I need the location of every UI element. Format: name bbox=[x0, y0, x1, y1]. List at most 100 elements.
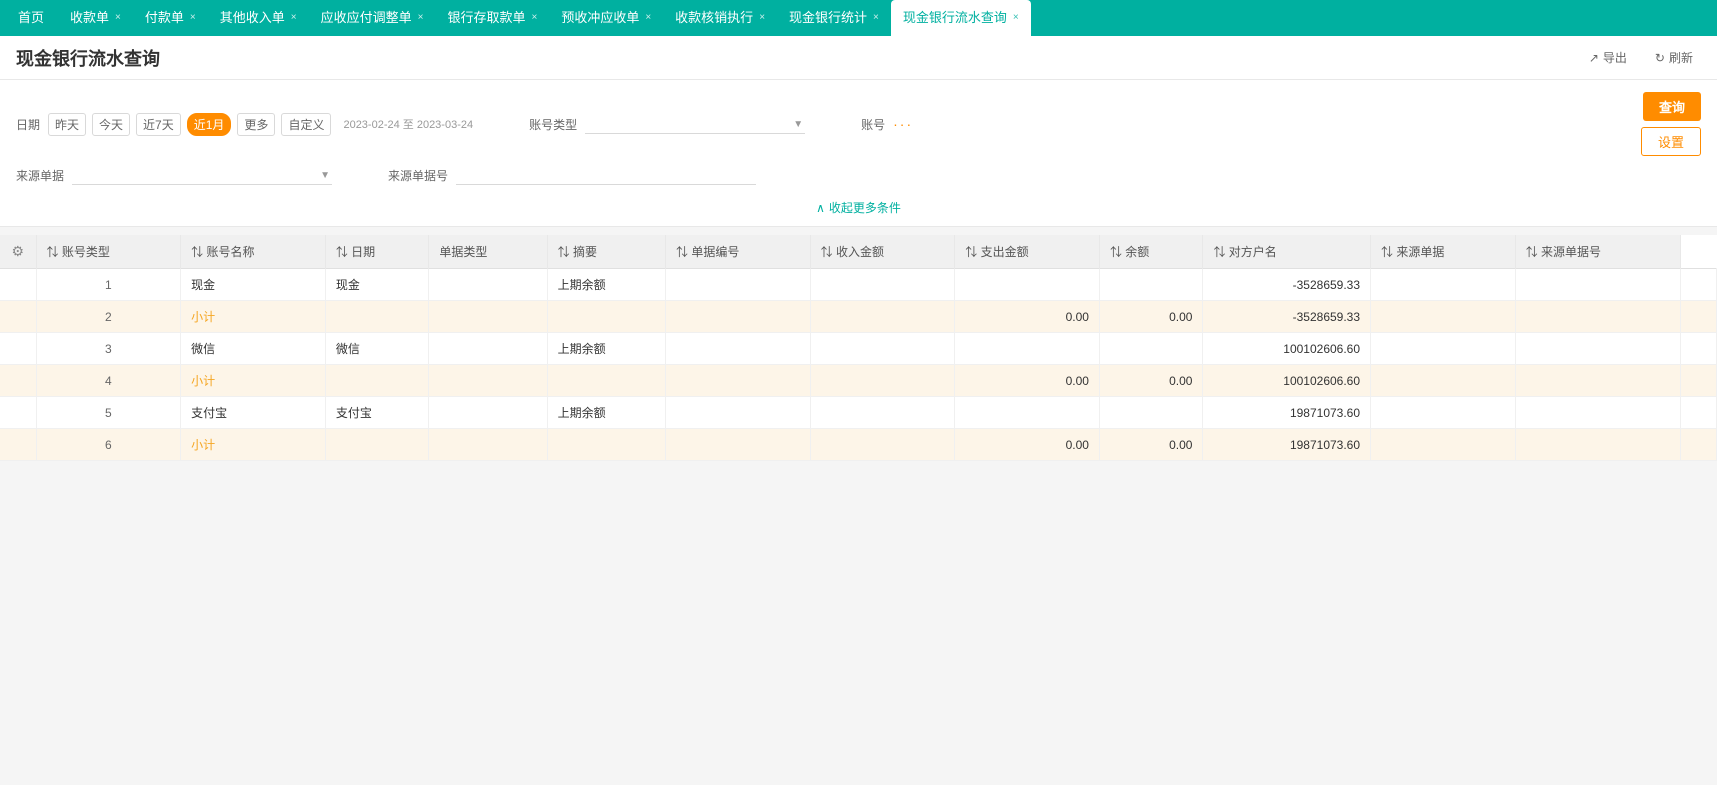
row-number: 1 bbox=[36, 269, 181, 301]
close-icon[interactable]: × bbox=[115, 0, 121, 36]
source-doc-label: 来源单据 bbox=[16, 167, 64, 184]
close-icon[interactable]: × bbox=[645, 0, 651, 36]
cell-summary bbox=[665, 429, 810, 461]
cell-source-doc-no bbox=[1680, 301, 1716, 333]
nav-tab-1[interactable]: 付款单 × bbox=[133, 0, 208, 36]
refresh-button[interactable]: ↻ 刷新 bbox=[1647, 45, 1701, 70]
settings-button[interactable]: 设置 bbox=[1641, 127, 1701, 156]
export-button[interactable]: ↗ 导出 bbox=[1581, 45, 1635, 70]
account-type-label: 账号类型 bbox=[529, 116, 577, 133]
cell-counterpart bbox=[1371, 397, 1516, 429]
account-label: 账号 bbox=[861, 116, 885, 133]
table-row: 6小计0.000.0019871073.60 bbox=[0, 429, 1717, 461]
cell-source-doc-no bbox=[1680, 333, 1716, 365]
collapse-bar[interactable]: ∧ 收起更多条件 bbox=[16, 195, 1701, 218]
th-account-type: ⇅ 账号类型 bbox=[36, 235, 181, 269]
th-balance: ⇅ 余额 bbox=[1099, 235, 1203, 269]
cell-income: 0.00 bbox=[955, 301, 1100, 333]
account-type-filter-group: 账号类型 ▼ bbox=[529, 115, 805, 134]
cell-account-name: 现金 bbox=[325, 269, 429, 301]
filter-row-2: 来源单据 ▼ 来源单据号 bbox=[16, 166, 1701, 185]
cell-doc-type bbox=[547, 429, 665, 461]
cell-account-name: 微信 bbox=[325, 333, 429, 365]
cell-balance: -3528659.33 bbox=[1203, 269, 1371, 301]
nav-tab-5[interactable]: 预收冲应收单 × bbox=[549, 0, 663, 36]
cell-date bbox=[429, 301, 547, 333]
top-nav: 首页 收款单 × 付款单 × 其他收入单 × 应收应付调整单 × 银行存取款单 … bbox=[0, 0, 1717, 36]
th-income: ⇅ 收入金额 bbox=[810, 235, 955, 269]
date-btn-more[interactable]: 更多 bbox=[237, 113, 275, 136]
table-row: 4小计0.000.00100102606.60 bbox=[0, 365, 1717, 397]
th-counterpart: ⇅ 对方户名 bbox=[1203, 235, 1371, 269]
cell-summary bbox=[665, 333, 810, 365]
cell-source-doc bbox=[1515, 397, 1680, 429]
table-row: 2小计0.000.00-3528659.33 bbox=[0, 301, 1717, 333]
page-title: 现金银行流水查询 bbox=[16, 45, 160, 71]
cell-account-name: 支付宝 bbox=[325, 397, 429, 429]
source-doc-select-wrapper: ▼ bbox=[72, 166, 332, 185]
close-icon[interactable]: × bbox=[873, 0, 879, 36]
date-btn-today[interactable]: 今天 bbox=[92, 113, 130, 136]
source-doc-select[interactable] bbox=[72, 166, 332, 185]
cell-income: 0.00 bbox=[955, 429, 1100, 461]
close-icon[interactable]: × bbox=[418, 0, 424, 36]
th-expense: ⇅ 支出金额 bbox=[955, 235, 1100, 269]
nav-tab-3[interactable]: 应收应付调整单 × bbox=[309, 0, 436, 36]
account-type-select-wrapper: ▼ bbox=[585, 115, 805, 134]
cell-expense bbox=[1099, 333, 1203, 365]
nav-tab-6[interactable]: 收款核销执行 × bbox=[663, 0, 777, 36]
cell-source-doc bbox=[1515, 429, 1680, 461]
query-button[interactable]: 查询 bbox=[1643, 92, 1701, 121]
cell-doc-type bbox=[547, 365, 665, 397]
date-btn-1month[interactable]: 近1月 bbox=[187, 113, 232, 136]
close-icon[interactable]: × bbox=[531, 0, 537, 36]
nav-home[interactable]: 首页 bbox=[4, 0, 58, 36]
cell-date bbox=[429, 365, 547, 397]
cell-doc-no bbox=[810, 333, 955, 365]
collapse-icon: ∧ bbox=[816, 201, 825, 215]
more-dots[interactable]: ··· bbox=[893, 116, 913, 132]
cell-summary bbox=[665, 301, 810, 333]
row-number: 3 bbox=[36, 333, 181, 365]
cell-doc-type: 上期余额 bbox=[547, 333, 665, 365]
cell-source-doc bbox=[1515, 333, 1680, 365]
cell-source-doc bbox=[1515, 301, 1680, 333]
filter-row-1: 日期 昨天 今天 近7天 近1月 更多 自定义 2023-02-24 至 202… bbox=[16, 92, 1701, 156]
cell-date bbox=[429, 333, 547, 365]
table-row: 1现金现金上期余额-3528659.33 bbox=[0, 269, 1717, 301]
nav-tab-7[interactable]: 现金银行统计 × bbox=[777, 0, 891, 36]
row-number: 4 bbox=[36, 365, 181, 397]
cell-source-doc bbox=[1515, 365, 1680, 397]
cell-source-doc-no bbox=[1680, 269, 1716, 301]
cell-income bbox=[955, 333, 1100, 365]
data-table: ⚙ ⇅ 账号类型 ⇅ 账号名称 ⇅ 日期 单据类型 ⇅ bbox=[0, 235, 1717, 461]
date-btn-7days[interactable]: 近7天 bbox=[136, 113, 181, 136]
cell-doc-no bbox=[810, 429, 955, 461]
nav-tab-0[interactable]: 收款单 × bbox=[58, 0, 133, 36]
cell-settings bbox=[0, 269, 36, 301]
cell-doc-no bbox=[810, 301, 955, 333]
cell-balance: -3528659.33 bbox=[1203, 301, 1371, 333]
account-type-select[interactable] bbox=[585, 115, 805, 134]
close-icon[interactable]: × bbox=[759, 0, 765, 36]
column-settings-icon[interactable]: ⚙ bbox=[11, 243, 24, 259]
source-doc-no-input[interactable] bbox=[456, 166, 756, 185]
table-body: 1现金现金上期余额-3528659.332小计0.000.00-3528659.… bbox=[0, 269, 1717, 461]
cell-doc-type bbox=[547, 301, 665, 333]
close-icon[interactable]: × bbox=[1013, 0, 1019, 36]
close-icon[interactable]: × bbox=[291, 0, 297, 36]
date-btn-custom[interactable]: 自定义 bbox=[281, 113, 331, 136]
table-row: 3微信微信上期余额100102606.60 bbox=[0, 333, 1717, 365]
cell-doc-no bbox=[810, 269, 955, 301]
cell-settings bbox=[0, 429, 36, 461]
cell-settings bbox=[0, 365, 36, 397]
close-icon[interactable]: × bbox=[190, 0, 196, 36]
th-source-doc: ⇅ 来源单据 bbox=[1371, 235, 1516, 269]
cell-income bbox=[955, 269, 1100, 301]
row-number: 2 bbox=[36, 301, 181, 333]
cell-account-type: 现金 bbox=[181, 269, 326, 301]
date-btn-yesterday[interactable]: 昨天 bbox=[48, 113, 86, 136]
nav-tab-4[interactable]: 银行存取款单 × bbox=[435, 0, 549, 36]
nav-tab-8[interactable]: 现金银行流水查询 × bbox=[891, 0, 1031, 36]
nav-tab-2[interactable]: 其他收入单 × bbox=[208, 0, 309, 36]
